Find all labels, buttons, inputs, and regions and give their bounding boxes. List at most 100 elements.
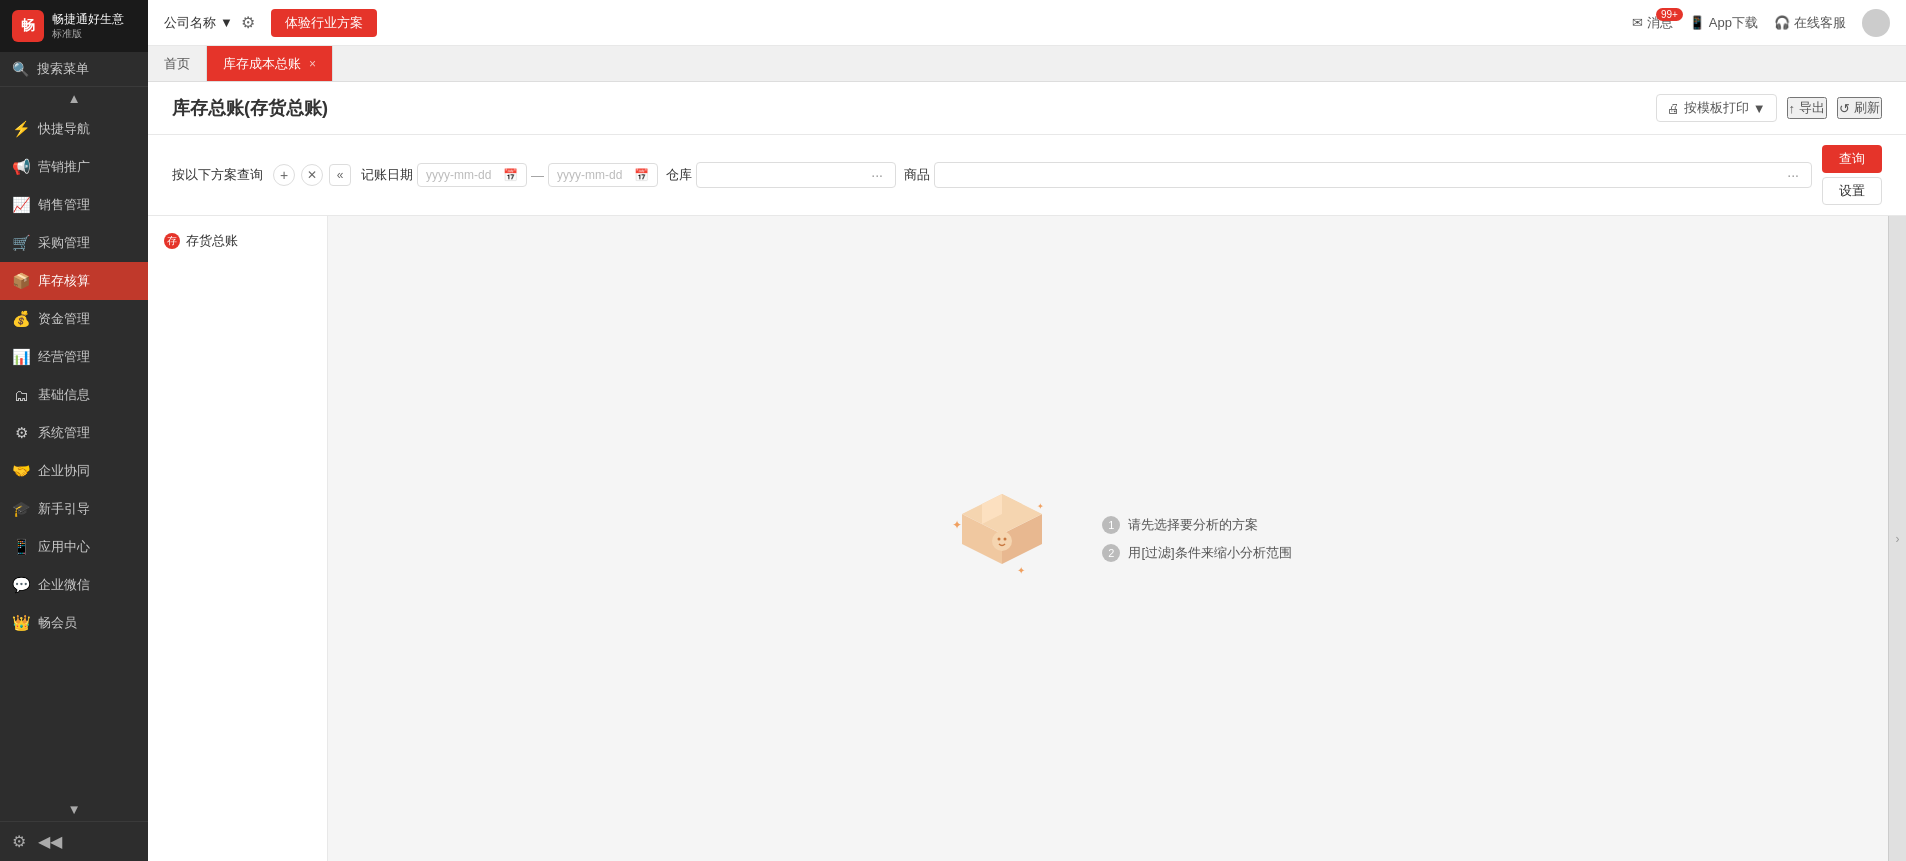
sidebar-item-finance[interactable]: 💰 资金管理 [0,300,148,338]
company-selector[interactable]: 公司名称 ▼ [164,14,233,32]
collapse-icon[interactable]: ◀◀ [38,832,62,851]
sidebar-item-guide[interactable]: 🎓 新手引导 [0,490,148,528]
business-icon: 📊 [12,348,30,366]
sidebar-scroll-down[interactable]: ▼ [0,798,148,821]
refresh-btn[interactable]: ↺ 刷新 [1837,97,1882,119]
sidebar-item-marketing[interactable]: 📢 营销推广 [0,148,148,186]
system-icon: ⚙ [12,424,30,442]
tab-close-btn[interactable]: × [309,57,316,71]
filter-fields: 记账日期 yyyy-mm-dd 📅 — yyyy-mm-dd 📅 仓库 [361,162,1812,188]
warehouse-field: 仓库 ··· [666,162,896,188]
print-btn[interactable]: 🖨 按模板打印 ▼ [1656,94,1777,122]
date-end-input[interactable]: yyyy-mm-dd 📅 [548,163,658,187]
warehouse-input[interactable]: ··· [696,162,896,188]
messages-btn[interactable]: ✉ 消息 99+ [1632,14,1673,32]
tab-home[interactable]: 首页 [148,46,207,81]
sidebar-item-wechat[interactable]: 💬 企业微信 [0,566,148,604]
industry-btn[interactable]: 体验行业方案 [271,9,377,37]
empty-hint-2: 2 用[过滤]条件来缩小分析范围 [1102,544,1291,562]
quick-nav-icon: ⚡ [12,120,30,138]
filter-right-btns: 查询 设置 [1822,145,1882,205]
goods-label: 商品 [904,166,930,184]
filter-label: 按以下方案查询 [172,166,263,184]
headset-icon: 🎧 [1774,15,1790,30]
filter-bar: 按以下方案查询 + ✕ « 记账日期 yyyy-mm-dd 📅 — yyyy-m… [148,135,1906,216]
main-content: 公司名称 ▼ ⚙ 体验行业方案 ✉ 消息 99+ 📱 App下载 🎧 在线客服 [148,0,1906,861]
export-btn[interactable]: ↑ 导出 [1787,97,1828,119]
date-field-group: 记账日期 yyyy-mm-dd 📅 — yyyy-mm-dd 📅 [361,163,658,187]
inventory-icon: 📦 [12,272,30,290]
phone-icon: 📱 [1689,15,1705,30]
sidebar-item-sales[interactable]: 📈 销售管理 [0,186,148,224]
topbar-left: 公司名称 ▼ ⚙ 体验行业方案 [164,9,1632,37]
page-header-actions: 🖨 按模板打印 ▼ ↑ 导出 ↺ 刷新 [1656,94,1882,134]
member-icon: 👑 [12,614,30,632]
warehouse-more-icon: ··· [867,167,887,183]
sidebar-item-purchase[interactable]: 🛒 采购管理 [0,224,148,262]
app-download-btn[interactable]: 📱 App下载 [1689,14,1758,32]
app-logo-text: 畅捷通好生意 标准版 [52,12,124,41]
app-center-icon: 📱 [12,538,30,556]
svg-text:✦: ✦ [1037,502,1044,511]
sidebar-item-app-center[interactable]: 📱 应用中心 [0,528,148,566]
topbar-gear-icon[interactable]: ⚙ [241,13,255,32]
filter-add-btn[interactable]: + [273,164,295,186]
sidebar-item-basic[interactable]: 🗂 基础信息 [0,376,148,414]
sidebar-logo: 畅 畅捷通好生意 标准版 [0,0,148,52]
empty-hint-1: 1 请先选择要分析的方案 [1102,516,1291,534]
date-separator: — [531,168,544,183]
date-start-input[interactable]: yyyy-mm-dd 📅 [417,163,527,187]
goods-input[interactable]: ··· [934,162,1812,188]
page-header: 库存总账(存货总账) 🖨 按模板打印 ▼ ↑ 导出 ↺ 刷新 [148,82,1906,135]
cooperation-icon: 🤝 [12,462,30,480]
topbar: 公司名称 ▼ ⚙ 体验行业方案 ✉ 消息 99+ 📱 App下载 🎧 在线客服 [148,0,1906,46]
sidebar-search-btn[interactable]: 🔍 搜索菜单 [0,52,148,87]
sales-icon: 📈 [12,196,30,214]
content-body: 存 存货总账 [148,216,1906,861]
filter-close-btn[interactable]: ✕ [301,164,323,186]
empty-state: ✦ ✦ ✦ 1 请先选择要分析的方案 2 用[过滤]条件来缩小分析范围 [148,216,1906,861]
sidebar-item-inventory[interactable]: 📦 库存核算 [0,262,148,300]
refresh-icon: ↺ [1839,101,1850,116]
empty-box-svg: ✦ ✦ ✦ [942,479,1062,599]
page-area: 库存总账(存货总账) 🖨 按模板打印 ▼ ↑ 导出 ↺ 刷新 按以下方案查询 [148,82,1906,861]
tab-inventory-ledger[interactable]: 库存成本总账 × [207,46,333,81]
scheme-item-inventory-ledger[interactable]: 存 存货总账 [148,224,327,258]
sidebar-item-member[interactable]: 👑 畅会员 [0,604,148,642]
sidebar-item-quick-nav[interactable]: ⚡ 快捷导航 [0,110,148,148]
settings-icon[interactable]: ⚙ [12,832,26,851]
svg-point-7 [1004,537,1007,540]
tabs-bar: 首页 库存成本总账 × [148,46,1906,82]
scheme-sidebar: 存 存货总账 [148,216,328,861]
dropdown-icon: ▼ [220,15,233,30]
scheme-item-icon: 存 [164,233,180,249]
filter-actions: + ✕ « [273,164,351,186]
printer-icon: 🖨 [1667,101,1680,116]
sidebar-scroll-up[interactable]: ▲ [0,87,148,110]
message-icon: ✉ [1632,15,1643,30]
app-logo-icon: 畅 [12,10,44,42]
sidebar-bottom: ⚙ ◀◀ [0,821,148,861]
filter-collapse-btn[interactable]: « [329,164,351,186]
sidebar-item-business[interactable]: 📊 经营管理 [0,338,148,376]
warehouse-label: 仓库 [666,166,692,184]
marketing-icon: 📢 [12,158,30,176]
query-btn[interactable]: 查询 [1822,145,1882,173]
svg-point-6 [998,537,1001,540]
user-avatar[interactable] [1862,9,1890,37]
right-panel-toggle[interactable]: › [1888,216,1906,861]
sidebar-item-system[interactable]: ⚙ 系统管理 [0,414,148,452]
page-title: 库存总账(存货总账) [172,96,328,132]
date-field-label: 记账日期 [361,166,413,184]
sidebar-item-cooperation[interactable]: 🤝 企业协同 [0,452,148,490]
purchase-icon: 🛒 [12,234,30,252]
export-icon: ↑ [1789,101,1796,116]
sidebar: 畅 畅捷通好生意 标准版 🔍 搜索菜单 ▲ ⚡ 快捷导航 📢 营销推广 📈 销售… [0,0,148,861]
online-service-btn[interactable]: 🎧 在线客服 [1774,14,1846,32]
svg-point-5 [992,531,1012,551]
svg-text:✦: ✦ [1017,565,1025,576]
settings-btn[interactable]: 设置 [1822,177,1882,205]
finance-icon: 💰 [12,310,30,328]
guide-icon: 🎓 [12,500,30,518]
empty-illustration: ✦ ✦ ✦ [942,479,1062,599]
